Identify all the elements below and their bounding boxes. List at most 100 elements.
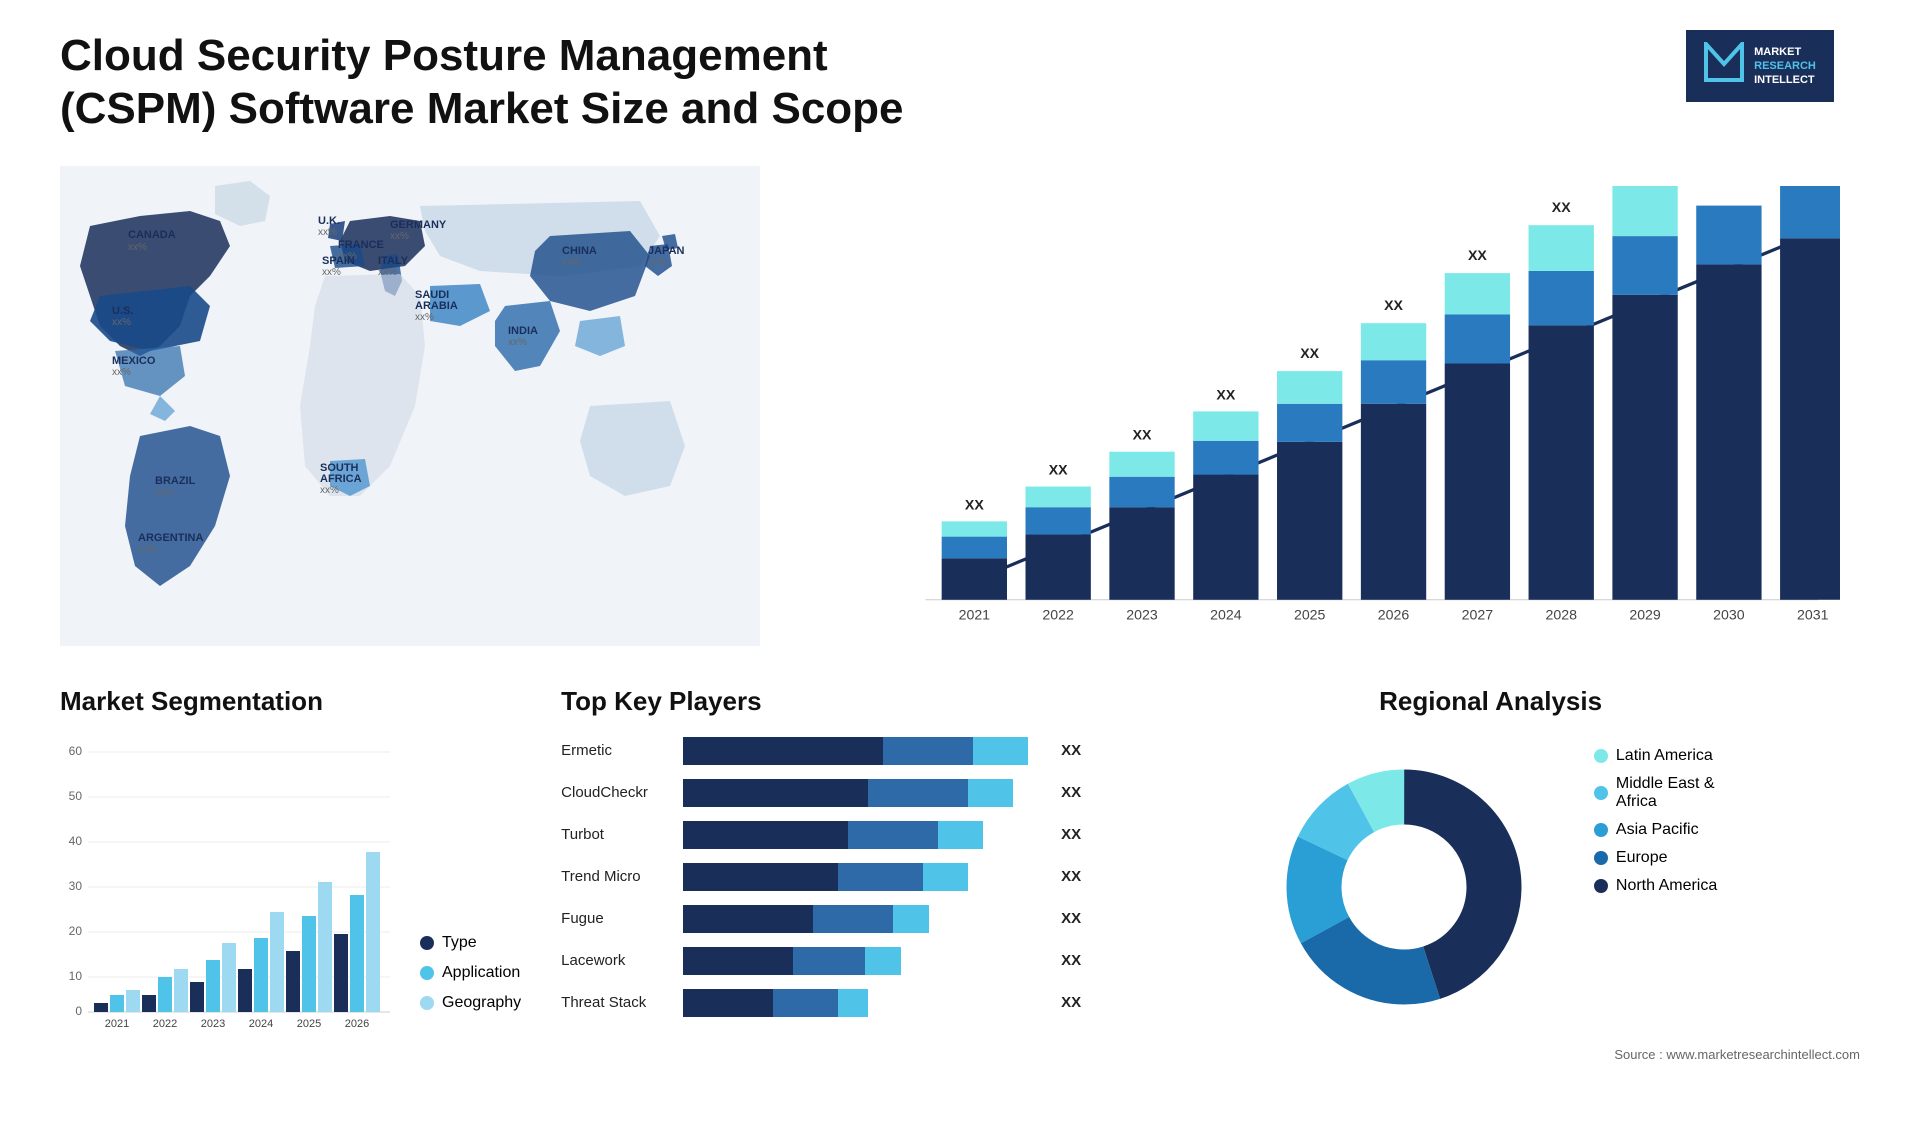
svg-text:xx%: xx% [415, 312, 434, 323]
svg-text:2024: 2024 [1210, 606, 1242, 622]
svg-text:2021: 2021 [959, 606, 991, 622]
legend-label-application: Application [442, 964, 520, 982]
player-bar-ermetic [683, 737, 1041, 765]
player-name-threatstack: Threat Stack [561, 994, 671, 1011]
players-title: Top Key Players [561, 686, 1081, 717]
svg-text:2026: 2026 [345, 1018, 369, 1030]
logo-area: MARKET RESEARCH INTELLECT [1660, 30, 1860, 102]
legend-geography: Geography [420, 994, 521, 1012]
svg-text:2025: 2025 [1294, 606, 1326, 622]
svg-text:xx%: xx% [562, 257, 581, 268]
top-section: CANADA xx% U.S. xx% MEXICO xx% BRAZIL xx… [60, 166, 1860, 646]
bar-seg2 [773, 989, 838, 1017]
player-name-fugue: Fugue [561, 910, 671, 927]
legend-label-mideast: Middle East &Africa [1616, 775, 1715, 811]
player-bar-lacework [683, 947, 1041, 975]
legend-north-america: North America [1594, 877, 1717, 895]
player-row-cloudcheckr: CloudCheckr XX [561, 779, 1081, 807]
player-xx-ermetic: XX [1061, 742, 1081, 759]
bar-seg1 [683, 905, 813, 933]
svg-text:2028: 2028 [1545, 606, 1577, 622]
growth-chart-svg: XX 2021 XX 2022 XX 2023 XX 2024 [860, 186, 1840, 687]
svg-text:2023: 2023 [201, 1018, 225, 1030]
svg-text:MEXICO: MEXICO [112, 355, 156, 367]
svg-text:30: 30 [69, 879, 83, 893]
legend-type: Type [420, 934, 521, 952]
legend-dot-mideast [1594, 786, 1608, 800]
svg-text:xx%: xx% [320, 485, 339, 496]
svg-text:60: 60 [69, 744, 83, 758]
svg-text:xx%: xx% [508, 337, 527, 348]
legend-label-geography: Geography [442, 994, 521, 1012]
svg-text:xx%: xx% [648, 257, 667, 268]
svg-text:GERMANY: GERMANY [390, 219, 447, 231]
svg-text:0: 0 [75, 1004, 82, 1018]
players-list: Ermetic XX CloudCheckr XX [561, 737, 1081, 1017]
player-row-ermetic: Ermetic XX [561, 737, 1081, 765]
players-section: Top Key Players Ermetic XX CloudCheckr [561, 686, 1081, 1017]
svg-text:2031: 2031 [1797, 606, 1829, 622]
player-xx-cloudcheckr: XX [1061, 784, 1081, 801]
regional-bottom: Latin America Middle East &Africa Asia P… [1264, 747, 1717, 1027]
bar-seg2 [868, 779, 968, 807]
legend-dot-europe [1594, 851, 1608, 865]
bar-seg2 [813, 905, 893, 933]
svg-text:2023: 2023 [1126, 606, 1158, 622]
svg-text:xx%: xx% [138, 544, 157, 555]
svg-text:ITALY: ITALY [378, 255, 409, 267]
player-row-threatstack: Threat Stack XX [561, 989, 1081, 1017]
player-name-turbot: Turbot [561, 826, 671, 843]
player-xx-fugue: XX [1061, 910, 1081, 927]
logo-text: MARKET RESEARCH INTELLECT [1754, 45, 1816, 88]
legend-dot-asia [1594, 823, 1608, 837]
player-name-ermetic: Ermetic [561, 742, 671, 759]
svg-text:XX: XX [1133, 426, 1152, 442]
svg-text:ARGENTINA: ARGENTINA [138, 532, 203, 544]
svg-text:CANADA: CANADA [128, 229, 176, 241]
player-bar-turbot [683, 821, 1041, 849]
legend-dot-application [420, 966, 434, 980]
legend-middle-east: Middle East &Africa [1594, 775, 1717, 811]
svg-text:2030: 2030 [1713, 606, 1745, 622]
player-row-turbot: Turbot XX [561, 821, 1081, 849]
regional-section: Regional Analysis [1121, 686, 1860, 1062]
player-xx-lacework: XX [1061, 952, 1081, 969]
map-svg: CANADA xx% U.S. xx% MEXICO xx% BRAZIL xx… [60, 166, 760, 646]
svg-text:xx%: xx% [112, 367, 131, 378]
svg-text:U.S.: U.S. [112, 305, 133, 317]
bar-seg3 [968, 779, 1013, 807]
player-row-lacework: Lacework XX [561, 947, 1081, 975]
svg-text:2026: 2026 [1378, 606, 1410, 622]
player-bar-fugue [683, 905, 1041, 933]
svg-text:XX: XX [1552, 199, 1571, 215]
svg-text:JAPAN: JAPAN [648, 245, 685, 257]
legend-label-asia: Asia Pacific [1616, 821, 1699, 839]
player-row-trendmicro: Trend Micro XX [561, 863, 1081, 891]
svg-text:xx%: xx% [318, 227, 337, 238]
legend-europe: Europe [1594, 849, 1717, 867]
bottom-section: Market Segmentation 60 50 40 30 20 10 0 [60, 686, 1860, 1062]
svg-text:2024: 2024 [249, 1018, 273, 1030]
svg-text:xx%: xx% [155, 487, 174, 498]
svg-text:xx%: xx% [112, 317, 131, 328]
segmentation-section: Market Segmentation 60 50 40 30 20 10 0 [60, 686, 521, 1042]
player-xx-threatstack: XX [1061, 994, 1081, 1011]
legend-dot-north-america [1594, 879, 1608, 893]
svg-text:BRAZIL: BRAZIL [155, 475, 196, 487]
legend-label-latin: Latin America [1616, 747, 1713, 765]
legend-dot-latin [1594, 749, 1608, 763]
bar-seg2 [793, 947, 865, 975]
seg-legend: Type Application Geography [420, 934, 521, 1042]
bar-seg3 [973, 737, 1028, 765]
donut-svg [1264, 747, 1544, 1027]
bar-chart: XX 2021 XX 2022 XX 2023 XX 2024 [800, 166, 1860, 646]
header: Cloud Security Posture Management (CSPM)… [60, 30, 1860, 136]
svg-text:AFRICA: AFRICA [320, 473, 362, 485]
svg-text:2027: 2027 [1462, 606, 1494, 622]
bar-seg2 [883, 737, 973, 765]
source-text: Source : www.marketresearchintellect.com [1121, 1047, 1860, 1062]
player-name-lacework: Lacework [561, 952, 671, 969]
legend-dot-type [420, 936, 434, 950]
segmentation-title: Market Segmentation [60, 686, 521, 717]
bar-seg2 [848, 821, 938, 849]
